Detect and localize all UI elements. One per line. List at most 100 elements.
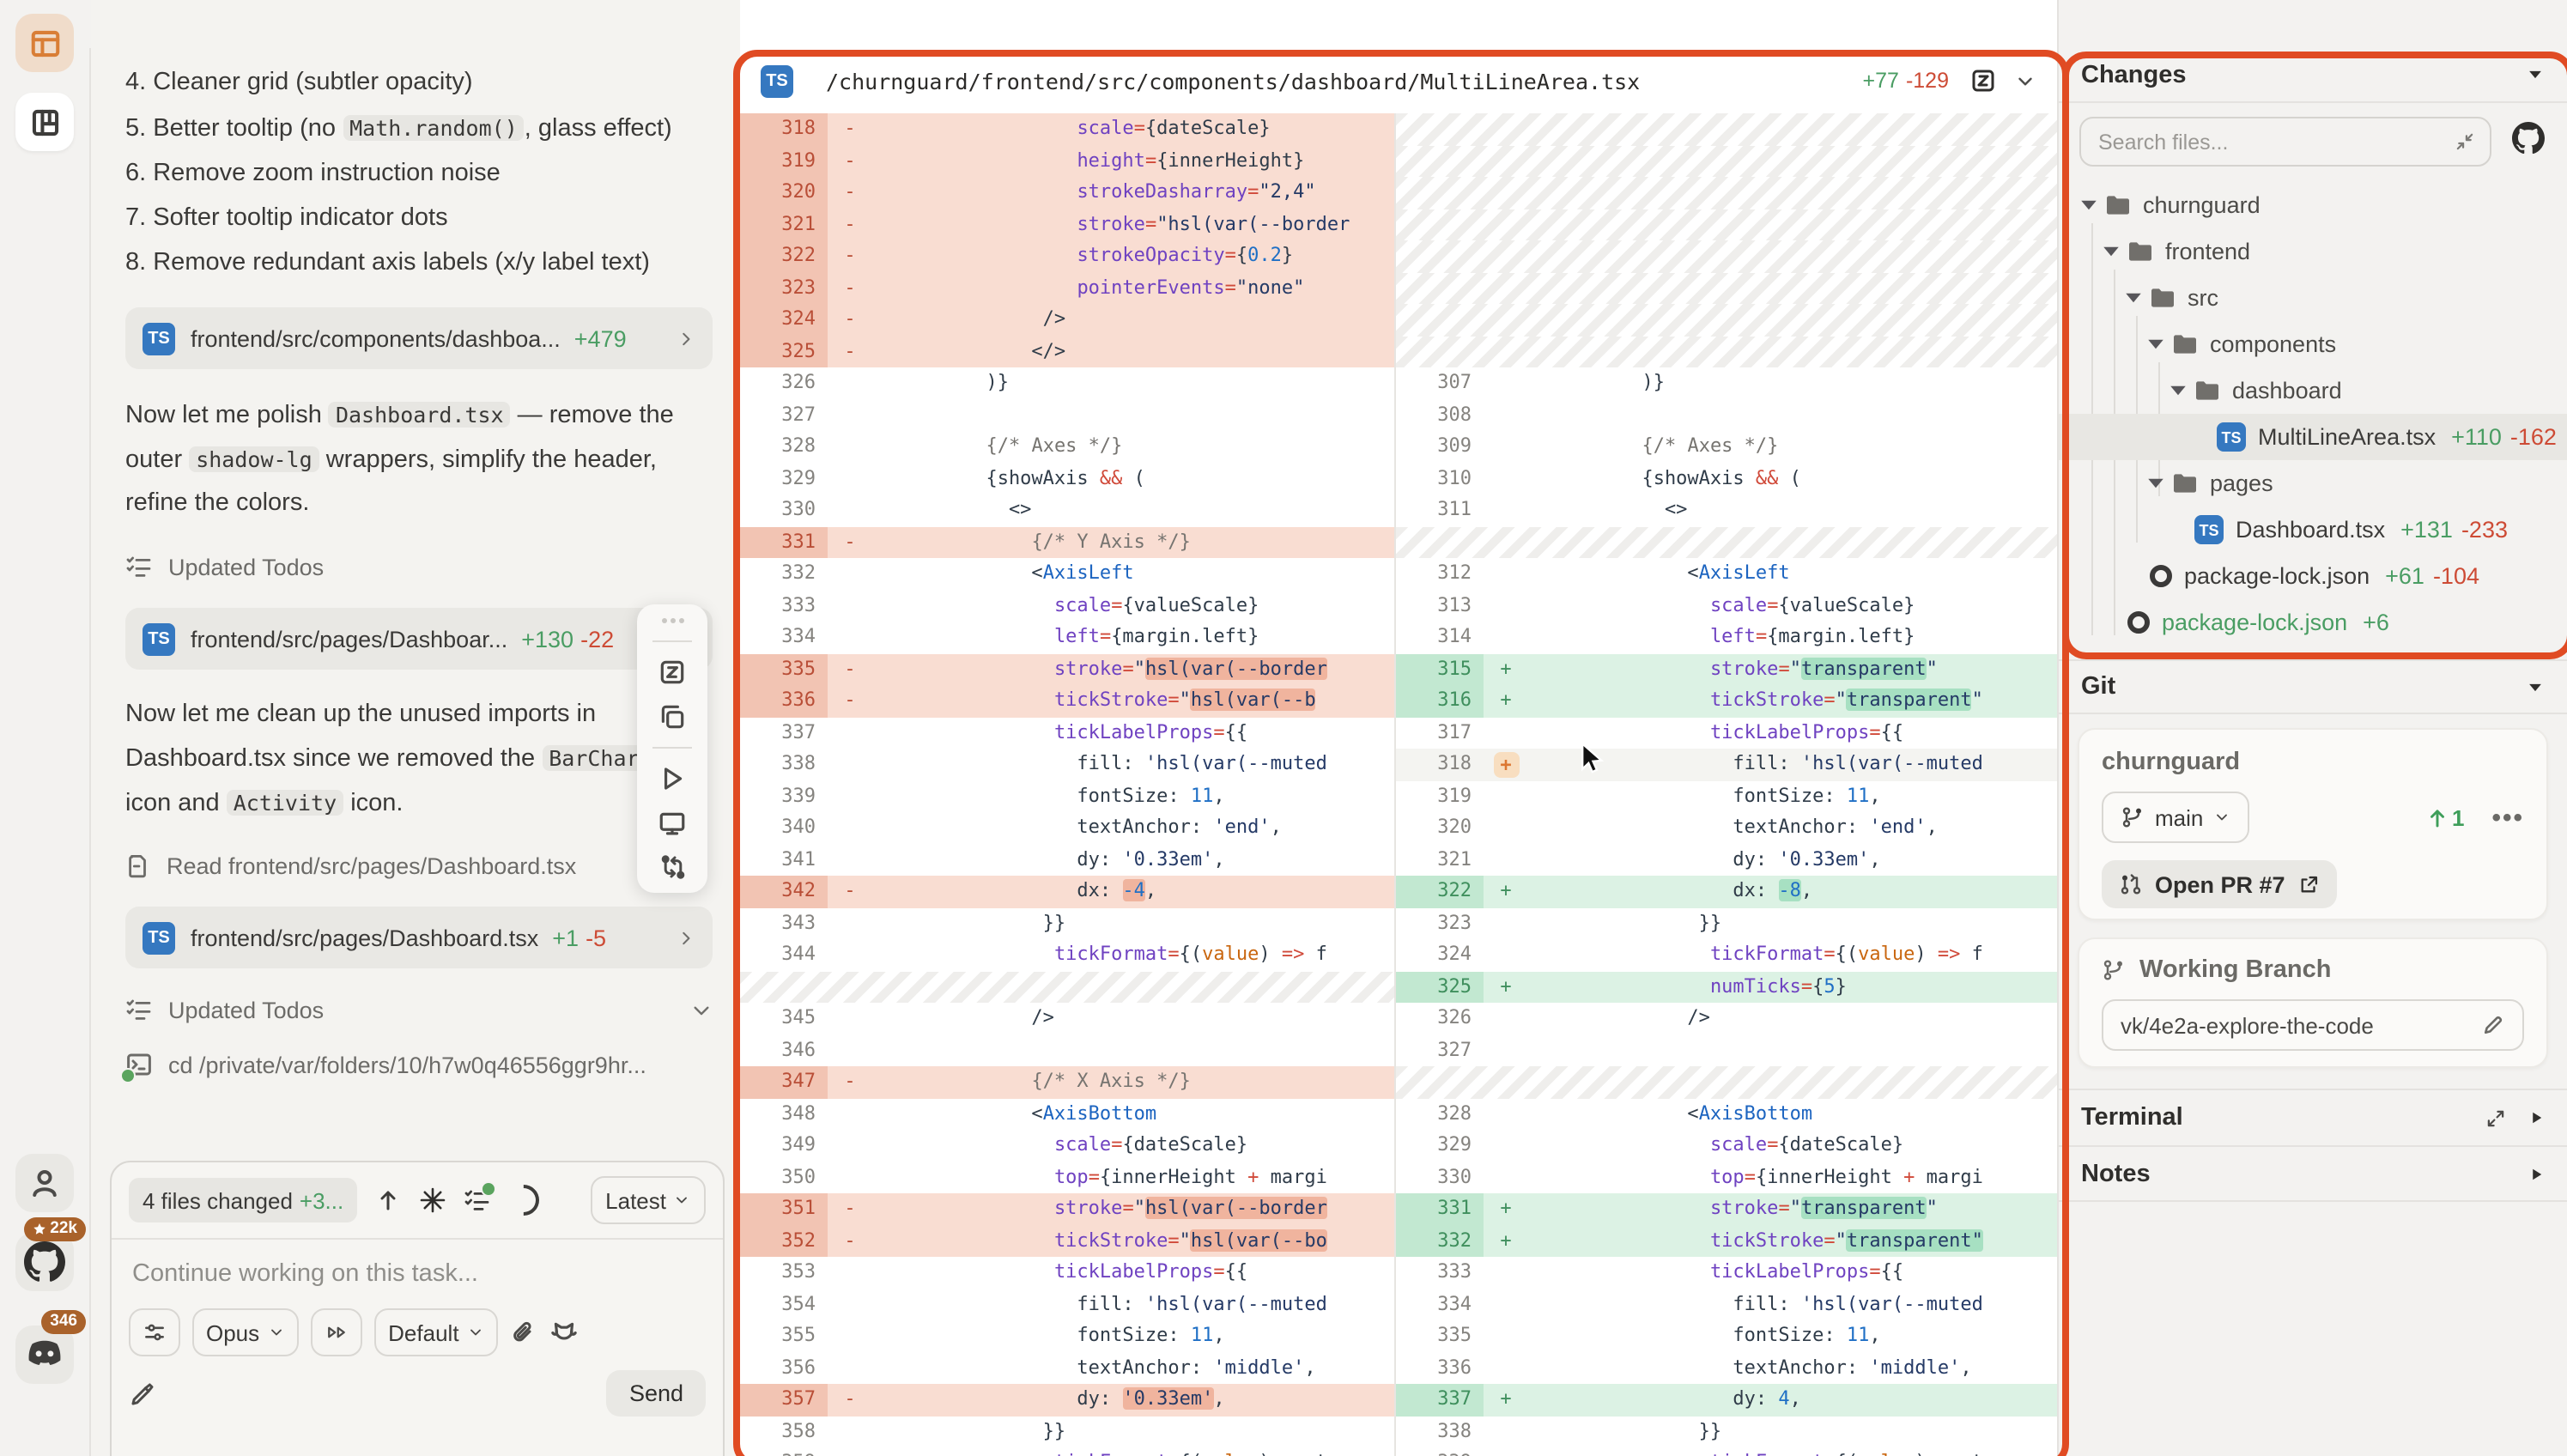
github-cat-icon[interactable]: [2512, 122, 2545, 155]
board-view-button[interactable]: [15, 93, 74, 151]
diff-row[interactable]: 356 textAnchor: 'middle',: [740, 1352, 1394, 1384]
send-button[interactable]: Send: [607, 1370, 706, 1417]
expand-right-triangle-icon[interactable]: [2528, 1109, 2545, 1126]
profile-button[interactable]: [15, 1154, 74, 1212]
diff-row[interactable]: [1396, 209, 2057, 240]
updated-todos-row[interactable]: Updated Todos: [125, 553, 713, 580]
chevron-right-icon[interactable]: [677, 329, 695, 348]
preview-button[interactable]: [658, 809, 687, 838]
updated-todos-row[interactable]: Updated Todos: [125, 996, 713, 1023]
diff-row[interactable]: [1396, 177, 2057, 209]
caret-down-icon[interactable]: [2170, 385, 2186, 397]
diff-row[interactable]: [1396, 145, 2057, 177]
file-diff-chip[interactable]: TSfrontend/src/pages/Dashboard.tsx+1-5: [125, 907, 713, 968]
diff-mode-icon[interactable]: [1969, 67, 1997, 94]
tree-folder-churnguard[interactable]: churnguard: [2059, 182, 2567, 228]
diff-row[interactable]: 328 {/* Axes */}: [740, 431, 1394, 463]
diff-row[interactable]: 318- scale={dateScale}: [740, 113, 1394, 145]
terminal-command-row[interactable]: cd /private/var/folders/10/h7w0q46556ggr…: [125, 1051, 713, 1078]
tree-folder-dashboard[interactable]: dashboard: [2059, 367, 2567, 414]
chevron-down-icon[interactable]: [690, 998, 713, 1021]
notes-section-header[interactable]: Notes: [2059, 1145, 2567, 1202]
diff-row[interactable]: 337+ dy: 4,: [1396, 1384, 2057, 1416]
diff-row[interactable]: 311 <>: [1396, 494, 2057, 526]
cat-agent-button[interactable]: [550, 1318, 580, 1347]
diff-row[interactable]: 330 top={innerHeight + margi: [1396, 1162, 2057, 1193]
more-options-button[interactable]: •••: [2491, 803, 2524, 832]
caret-down-icon[interactable]: [2103, 246, 2119, 258]
diff-row[interactable]: 307 )}: [1396, 367, 2057, 399]
diff-row[interactable]: [1396, 272, 2057, 304]
diff-row[interactable]: 331+ stroke="transparent": [1396, 1193, 2057, 1225]
tool-call-row[interactable]: Read frontend/src/pages/Dashboard.tsx: [125, 853, 713, 879]
terminal-section-header[interactable]: Terminal: [2059, 1089, 2567, 1145]
diff-row[interactable]: 310 {showAxis && (: [1396, 463, 2057, 494]
collapse-triangle-icon[interactable]: [2526, 65, 2545, 84]
latest-dropdown[interactable]: Latest: [590, 1176, 706, 1224]
diff-row[interactable]: 320- strokeDasharray="2,4": [740, 177, 1394, 209]
drag-handle-icon[interactable]: [658, 616, 686, 625]
attach-button[interactable]: [511, 1319, 538, 1346]
branch-dropdown[interactable]: main: [2102, 792, 2249, 843]
todos-button[interactable]: [464, 1186, 491, 1214]
diff-row[interactable]: 314 left={margin.left}: [1396, 622, 2057, 653]
diff-row[interactable]: 328 <AxisBottom: [1396, 1098, 2057, 1130]
diff-row[interactable]: 339 fontSize: 11,: [740, 780, 1394, 812]
diff-row[interactable]: 336 textAnchor: 'middle',: [1396, 1352, 2057, 1384]
tree-folder-frontend[interactable]: frontend: [2059, 228, 2567, 275]
diff-row[interactable]: 313 scale={valueScale}: [1396, 590, 2057, 622]
changes-section-header[interactable]: Changes: [2059, 48, 2567, 103]
diff-row[interactable]: 316+ tickStroke="transparent": [1396, 685, 2057, 717]
file-diff-chip[interactable]: TSfrontend/src/pages/Dashboar...+130-22: [125, 608, 713, 670]
github-button[interactable]: 22k: [15, 1233, 74, 1291]
diff-row[interactable]: 323 }}: [1396, 907, 2057, 939]
diff-row[interactable]: 343 }}: [740, 907, 1394, 939]
diff-row[interactable]: 322- strokeOpacity={0.2}: [740, 240, 1394, 272]
diff-row[interactable]: 315+ stroke="transparent": [1396, 653, 2057, 685]
diff-row[interactable]: 333 scale={valueScale}: [740, 590, 1394, 622]
diff-row[interactable]: 338 }}: [1396, 1416, 2057, 1447]
diff-row[interactable]: 359 tickFormat={(value) => t: [740, 1447, 1394, 1456]
git-section-header[interactable]: Git: [2059, 659, 2567, 714]
diff-row[interactable]: 325+ numTicks={5}: [1396, 971, 2057, 1003]
diff-row[interactable]: 334 left={margin.left}: [740, 622, 1394, 653]
diff-row[interactable]: 349 scale={dateScale}: [740, 1130, 1394, 1162]
diff-row[interactable]: 320 textAnchor: 'end',: [1396, 812, 2057, 844]
diff-row[interactable]: 329 {showAxis && (: [740, 463, 1394, 494]
run-button[interactable]: [658, 764, 687, 793]
diff-row[interactable]: [1396, 336, 2057, 367]
diff-row[interactable]: 321- stroke="hsl(var(--border: [740, 209, 1394, 240]
diff-row[interactable]: 347- {/* X Axis */}: [740, 1066, 1394, 1098]
diff-row[interactable]: 326 />: [1396, 1003, 2057, 1034]
diff-row[interactable]: 345 />: [740, 1003, 1394, 1034]
search-input[interactable]: [2095, 128, 2454, 155]
expand-right-triangle-icon[interactable]: [2528, 1165, 2545, 1182]
git-compare-button[interactable]: [658, 853, 686, 881]
diff-row[interactable]: 353 tickLabelProps={{: [740, 1257, 1394, 1289]
diff-row[interactable]: 326 )}: [740, 367, 1394, 399]
caret-down-icon[interactable]: [2148, 338, 2163, 350]
diff-row[interactable]: 346: [740, 1034, 1394, 1066]
diff-row[interactable]: [740, 971, 1394, 1003]
collapse-triangle-icon[interactable]: [2526, 677, 2545, 696]
diff-row[interactable]: [1396, 304, 2057, 336]
diff-row[interactable]: 329 scale={dateScale}: [1396, 1130, 2057, 1162]
diff-row[interactable]: [1396, 1066, 2057, 1098]
diff-row[interactable]: 338 fill: 'hsl(var(--muted: [740, 749, 1394, 780]
tree-file-package-lock.json[interactable]: package-lock.json+61-104: [2059, 553, 2567, 599]
collapse-tree-icon[interactable]: [2454, 130, 2476, 153]
diff-row[interactable]: 354 fill: 'hsl(var(--muted: [740, 1289, 1394, 1320]
tree-file-Dashboard.tsx[interactable]: TSDashboard.tsx+131-233: [2059, 507, 2567, 553]
diff-row[interactable]: 324 tickFormat={(value) => f: [1396, 939, 2057, 971]
file-diff-chip[interactable]: TSfrontend/src/components/dashboa...+479: [125, 307, 713, 369]
diff-row[interactable]: 351- stroke="hsl(var(--border: [740, 1193, 1394, 1225]
diff-row[interactable]: 355 fontSize: 11,: [740, 1320, 1394, 1352]
diff-row[interactable]: 336- tickStroke="hsl(var(--b: [740, 685, 1394, 717]
tree-folder-components[interactable]: components: [2059, 321, 2567, 367]
diff-row[interactable]: [1396, 526, 2057, 558]
search-box[interactable]: [2079, 117, 2491, 167]
diff-view-button[interactable]: [658, 658, 687, 687]
expand-icon[interactable]: [2485, 1107, 2507, 1129]
caret-down-icon[interactable]: [2126, 292, 2141, 304]
diff-row[interactable]: 327: [1396, 1034, 2057, 1066]
